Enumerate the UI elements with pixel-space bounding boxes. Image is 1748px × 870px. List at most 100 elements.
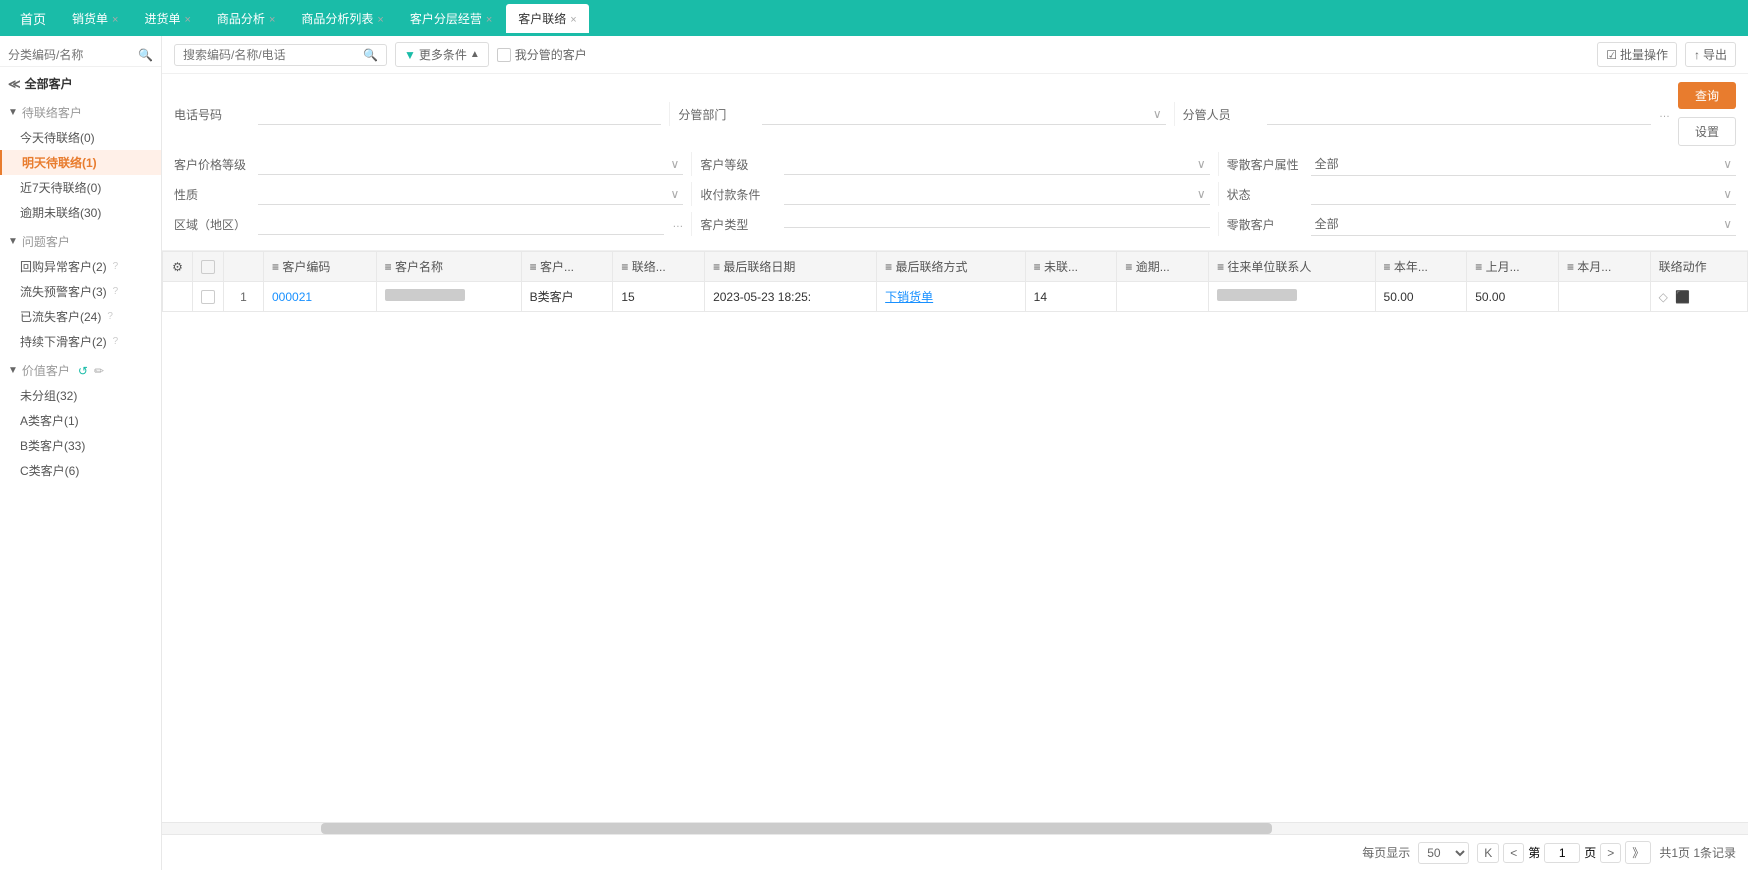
sidebar-item-today[interactable]: 今天待联络(0) — [0, 125, 161, 150]
sidebar-item-class-a[interactable]: A类客户(1) — [0, 408, 161, 433]
sidebar-search-icon[interactable]: 🔍 — [138, 48, 153, 62]
more-filter-button[interactable]: ▼ 更多条件 ▲ — [395, 42, 489, 67]
sidebar-item-class-b[interactable]: B类客户(33) — [0, 433, 161, 458]
close-icon[interactable]: × — [377, 14, 383, 26]
action-buttons: 查询 设置 — [1678, 82, 1736, 146]
action-icon-1[interactable]: ◇ — [1659, 290, 1668, 304]
chevron-icon: ▲ — [470, 49, 480, 60]
filter-retail-attr-label: 零散客户属性 — [1227, 156, 1307, 173]
close-icon[interactable]: × — [112, 14, 118, 26]
filter-customer-type-label: 客户类型 — [700, 216, 780, 233]
first-page-button[interactable]: K — [1477, 843, 1499, 863]
nav-tab-product-analysis-list[interactable]: 商品分析列表× — [289, 4, 395, 33]
my-customers-checkbox[interactable]: 我分管的客户 — [497, 46, 587, 63]
sidebar-item-tomorrow[interactable]: 明天待联络(1) — [0, 150, 161, 175]
th-setting[interactable]: ⚙ — [163, 252, 193, 282]
question-icon: ? — [113, 261, 119, 272]
page-label: 第 — [1528, 844, 1540, 861]
filter-manager-input[interactable] — [1267, 104, 1651, 125]
nav-tab-customer-contact[interactable]: 客户联络× — [506, 4, 588, 33]
nav-tab-product-analysis[interactable]: 商品分析× — [205, 4, 287, 33]
th-name: ≡ 客户名称 — [376, 252, 521, 282]
prev-page-button[interactable]: < — [1503, 843, 1524, 863]
nav-tab-customer-segmentation[interactable]: 客户分层经营× — [398, 4, 504, 33]
contact-method-link[interactable]: 下销货单 — [885, 290, 933, 304]
sidebar-item-overdue[interactable]: 逾期未联络(30) — [0, 200, 161, 225]
chevron-down-icon: ∨ — [1197, 187, 1206, 201]
horizontal-scrollbar[interactable] — [162, 822, 1748, 834]
export-button[interactable]: ↑ 导出 — [1685, 42, 1736, 67]
close-icon[interactable]: × — [570, 14, 576, 26]
th-type: ≡ 客户... — [521, 252, 613, 282]
sidebar-item-churned[interactable]: 已流失客户(24) ? — [0, 304, 161, 329]
filter-customer-grade-select[interactable]: ∨ — [784, 154, 1209, 175]
filter-phone-input[interactable] — [258, 104, 661, 125]
pagination: K < 第 页 > 》 — [1477, 841, 1651, 864]
filter-retail-customer-select[interactable]: 全部 ∨ — [1311, 212, 1736, 236]
sidebar-item-class-c[interactable]: C类客户(6) — [0, 458, 161, 483]
filter-panel: 电话号码 分管部门 ∨ 分管人员 … — [162, 74, 1748, 251]
filter-price-grade-select[interactable]: ∨ — [258, 154, 683, 175]
filter-row-2: 客户价格等级 ∨ 客户等级 ∨ 零散客户属性 — [174, 152, 1736, 176]
td-code[interactable]: 000021 — [264, 282, 377, 312]
chevron-down-icon: ∨ — [1197, 157, 1206, 171]
more-icon[interactable]: … — [672, 218, 683, 230]
settings-button[interactable]: 设置 — [1678, 117, 1736, 146]
filter-manager-field: 分管人员 … — [1183, 104, 1670, 125]
sidebar: 🔍 ≪ 全部客户 ▼ 待联络客户 今天待联络(0) 明天待联络(1) 近7天待联… — [0, 36, 162, 870]
per-page-select[interactable]: 50 100 200 — [1418, 842, 1469, 864]
chevron-down-icon: ∨ — [1723, 187, 1732, 201]
th-this-year: ≡ 本年... — [1375, 252, 1467, 282]
th-check[interactable] — [193, 252, 224, 282]
nav-tab-sales[interactable]: 销货单× — [60, 4, 130, 33]
search-icon[interactable]: 🔍 — [363, 48, 378, 62]
sidebar-item-churn-warning[interactable]: 流失预警客户(3) ? — [0, 279, 161, 304]
sidebar-item-7days[interactable]: 近7天待联络(0) — [0, 175, 161, 200]
page-number-input[interactable] — [1544, 843, 1580, 863]
td-check[interactable] — [193, 282, 224, 312]
table-area: ⚙ ≡ 客户编码 ≡ 客户名称 ≡ 客户... ≡ 联络... ≡ 最后联络日期… — [162, 251, 1748, 822]
td-this-year: 50.00 — [1375, 282, 1467, 312]
chevron-down-icon: ∨ — [1153, 107, 1162, 121]
next-page-button[interactable]: > — [1600, 843, 1621, 863]
filter-status-label: 状态 — [1227, 186, 1307, 203]
sidebar-item-repurchase-anomaly[interactable]: 回购异常客户(2) ? — [0, 254, 161, 279]
query-button[interactable]: 查询 — [1678, 82, 1736, 109]
filter-nature-select[interactable]: ∨ — [258, 184, 683, 205]
action-icon-2[interactable]: ⬛ — [1675, 290, 1690, 304]
close-icon[interactable]: × — [486, 14, 492, 26]
close-icon[interactable]: × — [184, 14, 190, 26]
filter-payment-select[interactable]: ∨ — [784, 184, 1209, 205]
sidebar-group-pending: ▼ 待联络客户 — [0, 100, 161, 125]
bulk-operation-button[interactable]: ☑ 批量操作 — [1597, 42, 1677, 67]
filter-customer-grade-field: 客户等级 ∨ — [700, 154, 1209, 175]
filter-retail-attr-select[interactable]: 全部 ∨ — [1311, 152, 1736, 176]
question-icon: ? — [107, 311, 113, 322]
close-icon[interactable]: × — [269, 14, 275, 26]
filter-manager-label: 分管人员 — [1183, 106, 1263, 123]
td-name — [376, 282, 521, 312]
nav-home[interactable]: 首页 — [8, 3, 58, 34]
filter-region-input[interactable] — [258, 214, 664, 235]
last-page-button[interactable]: 》 — [1625, 841, 1651, 864]
td-action[interactable]: ◇ ⬛ — [1650, 282, 1747, 312]
filter-nature-label: 性质 — [174, 186, 254, 203]
sidebar-search-input[interactable] — [8, 48, 134, 62]
more-icon[interactable]: … — [1659, 108, 1670, 120]
search-bar: 🔍 ▼ 更多条件 ▲ 我分管的客户 ☑ 批量操作 ↑ 导出 — [162, 36, 1748, 74]
td-last-contact-method[interactable]: 下销货单 — [877, 282, 1026, 312]
filter-status-select[interactable]: ∨ — [1311, 184, 1736, 205]
triangle-icon: ▼ — [8, 107, 18, 118]
filter-dept-select[interactable]: ∨ — [762, 104, 1165, 125]
td-overdue — [1117, 282, 1209, 312]
sidebar-item-ungrouped[interactable]: 未分组(32) — [0, 383, 161, 408]
td-num: 1 — [224, 282, 264, 312]
sidebar-all-customers[interactable]: ≪ 全部客户 — [0, 71, 161, 96]
filter-customer-grade-label: 客户等级 — [700, 156, 780, 173]
filter-retail-attr-field: 零散客户属性 全部 ∨ — [1227, 152, 1736, 176]
nav-tab-purchase[interactable]: 进货单× — [132, 4, 202, 33]
sidebar-item-declining[interactable]: 持续下滑客户(2) ? — [0, 329, 161, 354]
filter-customer-type-select[interactable] — [784, 221, 1209, 228]
filter-phone-label: 电话号码 — [174, 106, 254, 123]
main-search-input[interactable] — [183, 48, 363, 62]
